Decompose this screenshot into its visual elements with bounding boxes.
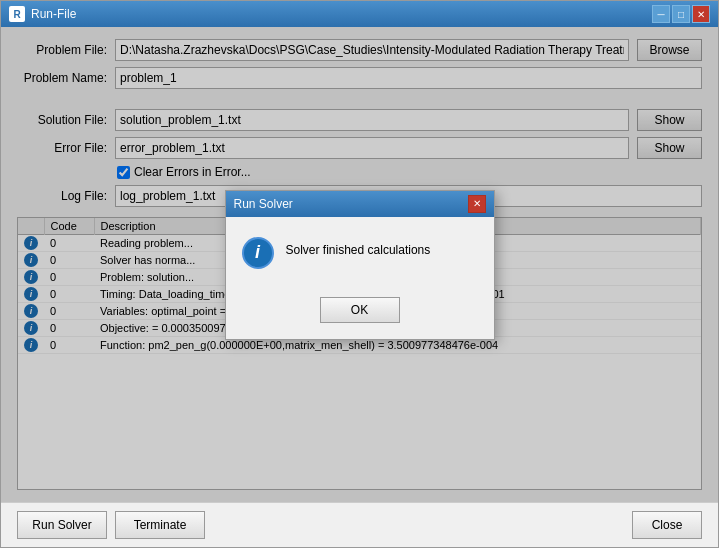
title-bar: R Run-File ─ □ ✕ <box>1 1 718 27</box>
minimize-button[interactable]: ─ <box>652 5 670 23</box>
run-solver-button[interactable]: Run Solver <box>17 511 107 539</box>
modal-message: Solver finished calculations <box>286 237 431 257</box>
modal-ok-button[interactable]: OK <box>320 297 400 323</box>
maximize-button[interactable]: □ <box>672 5 690 23</box>
modal-title-bar: Run Solver ✕ <box>226 191 494 217</box>
bottom-bar: Run Solver Terminate Close <box>1 502 718 547</box>
modal-content: i Solver finished calculations <box>226 217 494 289</box>
modal-buttons: OK <box>226 289 494 339</box>
terminate-button[interactable]: Terminate <box>115 511 205 539</box>
bottom-left-buttons: Run Solver Terminate <box>17 511 205 539</box>
main-content: Problem File: Browse Problem Name: Solut… <box>1 27 718 502</box>
modal-title: Run Solver <box>234 197 293 211</box>
title-bar-left: R Run-File <box>9 6 76 22</box>
modal-close-button[interactable]: ✕ <box>468 195 486 213</box>
modal-overlay: Run Solver ✕ i Solver finished calculati… <box>1 27 718 502</box>
window-title: Run-File <box>31 7 76 21</box>
window-icon: R <box>9 6 25 22</box>
window-close-button[interactable]: ✕ <box>692 5 710 23</box>
title-controls: ─ □ ✕ <box>652 5 710 23</box>
close-button[interactable]: Close <box>632 511 702 539</box>
modal-info-icon: i <box>242 237 274 269</box>
main-window: R Run-File ─ □ ✕ Problem File: Browse Pr… <box>0 0 719 548</box>
run-solver-dialog: Run Solver ✕ i Solver finished calculati… <box>225 190 495 340</box>
